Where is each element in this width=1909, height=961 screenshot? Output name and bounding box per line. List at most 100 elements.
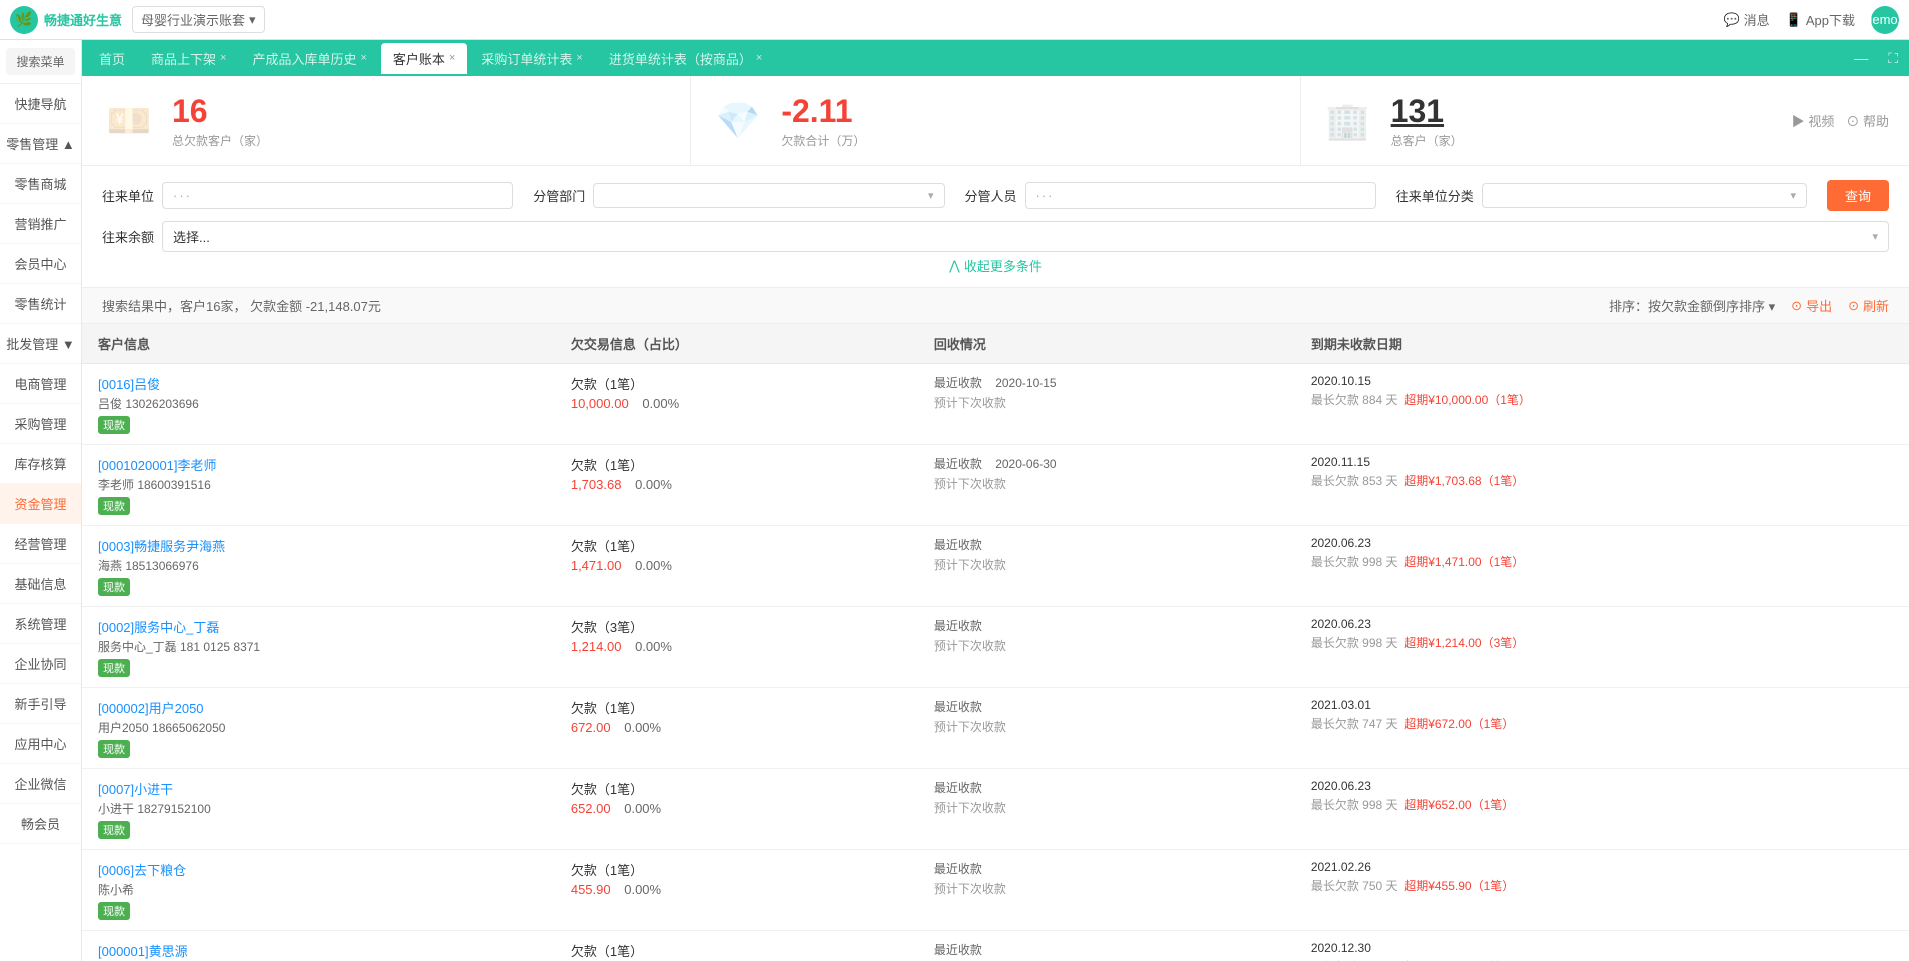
company-selector[interactable]: 母婴行业演示账套 ▾	[132, 6, 265, 33]
tab-close-icon[interactable]: ×	[220, 52, 226, 64]
due-date: 2020.12.30	[1311, 941, 1893, 955]
message-button[interactable]: 💬 消息	[1723, 10, 1769, 29]
table-container: 客户信息 欠交易信息（占比） 回收情况 到期未收款日期 [0016]吕俊 吕俊 …	[82, 324, 1909, 961]
sidebar-item-retail-stats[interactable]: 零售统计	[0, 284, 81, 324]
customer-name-link[interactable]: [0006]去下粮仓	[98, 860, 539, 879]
help-button[interactable]: ⊙ 帮助	[1846, 111, 1889, 130]
tab-close-icon[interactable]: ×	[576, 52, 582, 64]
corp-wechat-label: 企业微信	[6, 774, 75, 793]
customer-name-link[interactable]: [0007]小进干	[98, 779, 539, 798]
search-menu-button[interactable]: 搜索菜单	[6, 48, 75, 75]
sidebar-item-basic-info[interactable]: 基础信息	[0, 564, 81, 604]
overdue-amount-link[interactable]: 超期¥10,000.00（1笔）	[1404, 393, 1531, 407]
tab-close-icon[interactable]: ×	[756, 52, 762, 64]
tab-maximize-icon[interactable]: ⛶	[1882, 48, 1904, 69]
debt-percent: 0.00%	[642, 396, 679, 411]
sidebar-item-retail-mgmt[interactable]: 零售管理 ▲	[0, 124, 81, 164]
sidebar-item-vip[interactable]: 畅会员	[0, 804, 81, 844]
dept-input[interactable]: ▾	[593, 183, 944, 208]
sidebar-item-stock[interactable]: 库存核算	[0, 444, 81, 484]
supplier-input[interactable]: ···	[162, 182, 513, 209]
tab-customer-account[interactable]: 客户账本 ×	[381, 43, 467, 74]
customer-name-link[interactable]: [0016]吕俊	[98, 374, 539, 393]
total-customers-icon: 🏢	[1321, 94, 1375, 148]
refresh-button[interactable]: ⊙ 刷新	[1848, 296, 1889, 315]
recent-collection-label: 最近收款	[934, 860, 1279, 877]
tab-home[interactable]: 首页	[87, 43, 137, 74]
due-date: 2021.03.01	[1311, 698, 1893, 712]
collapse-label: 收起更多条件	[964, 256, 1042, 275]
app-download-button[interactable]: 📱 App下载	[1786, 10, 1855, 29]
recovery-cell: 最近收款 预计下次收款	[918, 931, 1295, 961]
balance-input[interactable]: 选择... ▾	[162, 221, 1889, 252]
tab-purchase-order[interactable]: 采购订单统计表 ×	[469, 43, 594, 74]
person-input[interactable]: ···	[1025, 182, 1376, 209]
overdue-date-cell: 2020.12.30 最长欠款 808 天 超期¥429.00（1笔）	[1295, 931, 1909, 961]
enterprise-label: 企业协同	[6, 654, 75, 673]
tab-minimize-icon[interactable]: —	[1848, 48, 1874, 69]
overdue-customers-icon: 💴	[102, 94, 156, 148]
table-row: [000001]黄思源 黄思源 13552700226 现款 欠款（1笔） 42…	[82, 931, 1909, 961]
overdue-amount-link[interactable]: 超期¥1,703.68（1笔）	[1404, 474, 1524, 488]
tab-import-stats-label: 进货单统计表（按商品）	[609, 49, 752, 68]
sidebar-item-operations[interactable]: 经营管理	[0, 524, 81, 564]
overdue-amount-link[interactable]: 超期¥455.90（1笔）	[1404, 879, 1514, 893]
debt-info-cell: 欠款（1笔） 1,703.68 0.00%	[555, 445, 918, 526]
sidebar-item-batch-mgmt[interactable]: 批发管理 ▼	[0, 324, 81, 364]
tab-close-icon[interactable]: ×	[449, 52, 455, 64]
customer-name-link[interactable]: [000001]黄思源	[98, 941, 539, 960]
overdue-amount-link[interactable]: 超期¥652.00（1笔）	[1404, 798, 1514, 812]
sidebar-item-enterprise[interactable]: 企业协同	[0, 644, 81, 684]
customer-contact: 海燕 18513066976	[98, 557, 539, 574]
recovery-cell: 最近收款 2020-10-15 预计下次收款	[918, 364, 1295, 445]
search-button[interactable]: 查询	[1827, 180, 1889, 211]
vip-label: 畅会员	[6, 814, 75, 833]
tab-import-stats[interactable]: 进货单统计表（按商品） ×	[597, 43, 774, 74]
max-overdue-days: 最长欠款 998 天 超期¥652.00（1笔）	[1311, 796, 1893, 813]
overdue-amount-link[interactable]: 超期¥1,471.00（1笔）	[1404, 555, 1524, 569]
sidebar-item-corp-wechat[interactable]: 企业微信	[0, 764, 81, 804]
sidebar-item-app-center[interactable]: 应用中心	[0, 724, 81, 764]
total-debt-icon: 💎	[711, 94, 765, 148]
overdue-date-cell: 2020.11.15 最长欠款 853 天 超期¥1,703.68（1笔）	[1295, 445, 1909, 526]
sidebar-item-ecommerce[interactable]: 电商管理	[0, 364, 81, 404]
customer-name-link[interactable]: [0001020001]李老师	[98, 455, 539, 474]
view-video-button[interactable]: ▶ 视频	[1792, 111, 1835, 130]
customer-name-link[interactable]: [0003]畅捷服务尹海燕	[98, 536, 539, 555]
debt-percent: 0.00%	[635, 477, 672, 492]
collapse-button[interactable]: ⋀ 收起更多条件	[102, 256, 1889, 275]
tab-close-icon[interactable]: ×	[360, 52, 366, 64]
stat-info-debt: -2.11 欠款合计（万）	[781, 93, 865, 149]
stat-card-total-customers: 🏢 131 总客户（家） ▶ 视频 ⊙ 帮助	[1301, 76, 1909, 165]
overdue-date-cell: 2020.10.15 最长欠款 884 天 超期¥10,000.00（1笔）	[1295, 364, 1909, 445]
customer-name-link[interactable]: [000002]用户2050	[98, 698, 539, 717]
category-input[interactable]: ▾	[1482, 183, 1807, 208]
sidebar-item-newbie[interactable]: 新手引导	[0, 684, 81, 724]
collapse-arrow-icon: ⋀	[949, 258, 960, 274]
overdue-amount-link[interactable]: 超期¥1,214.00（3笔）	[1404, 636, 1524, 650]
overdue-customers-label: 总欠款客户（家）	[172, 132, 268, 149]
sidebar-item-quick-nav[interactable]: 快捷导航	[0, 84, 81, 124]
customer-name-link[interactable]: [0002]服务中心_丁磊	[98, 617, 539, 636]
sidebar-item-marketing[interactable]: 营销推广	[0, 204, 81, 244]
tab-product-listing-label: 商品上下架	[151, 49, 216, 68]
sidebar-item-system[interactable]: 系统管理	[0, 604, 81, 644]
tab-product-history[interactable]: 产成品入库单历史 ×	[240, 43, 378, 74]
recent-collection-label: 最近收款	[934, 779, 1279, 796]
due-date: 2020.06.23	[1311, 779, 1893, 793]
basic-info-label: 基础信息	[6, 574, 75, 593]
sidebar-item-retail-mall[interactable]: 零售商城	[0, 164, 81, 204]
tab-product-listing[interactable]: 商品上下架 ×	[139, 43, 238, 74]
filter-balance: 往来余额 选择... ▾	[102, 221, 1889, 252]
overdue-amount-link[interactable]: 超期¥672.00（1笔）	[1404, 717, 1514, 731]
sidebar-item-member[interactable]: 会员中心	[0, 244, 81, 284]
user-avatar[interactable]: demo2	[1871, 6, 1899, 34]
customer-info-cell: [0003]畅捷服务尹海燕 海燕 18513066976 现款	[82, 526, 555, 607]
stat-actions: ▶ 视频 ⊙ 帮助	[1792, 111, 1889, 130]
export-button[interactable]: ⊙ 导出	[1791, 296, 1832, 315]
sidebar-item-purchase[interactable]: 采购管理	[0, 404, 81, 444]
recovery-cell: 最近收款 预计下次收款	[918, 526, 1295, 607]
customer-contact: 吕俊 13026203696	[98, 395, 539, 412]
customer-info-cell: [0006]去下粮仓 陈小希 现款	[82, 850, 555, 931]
sidebar-item-finance[interactable]: 资金管理	[0, 484, 81, 524]
